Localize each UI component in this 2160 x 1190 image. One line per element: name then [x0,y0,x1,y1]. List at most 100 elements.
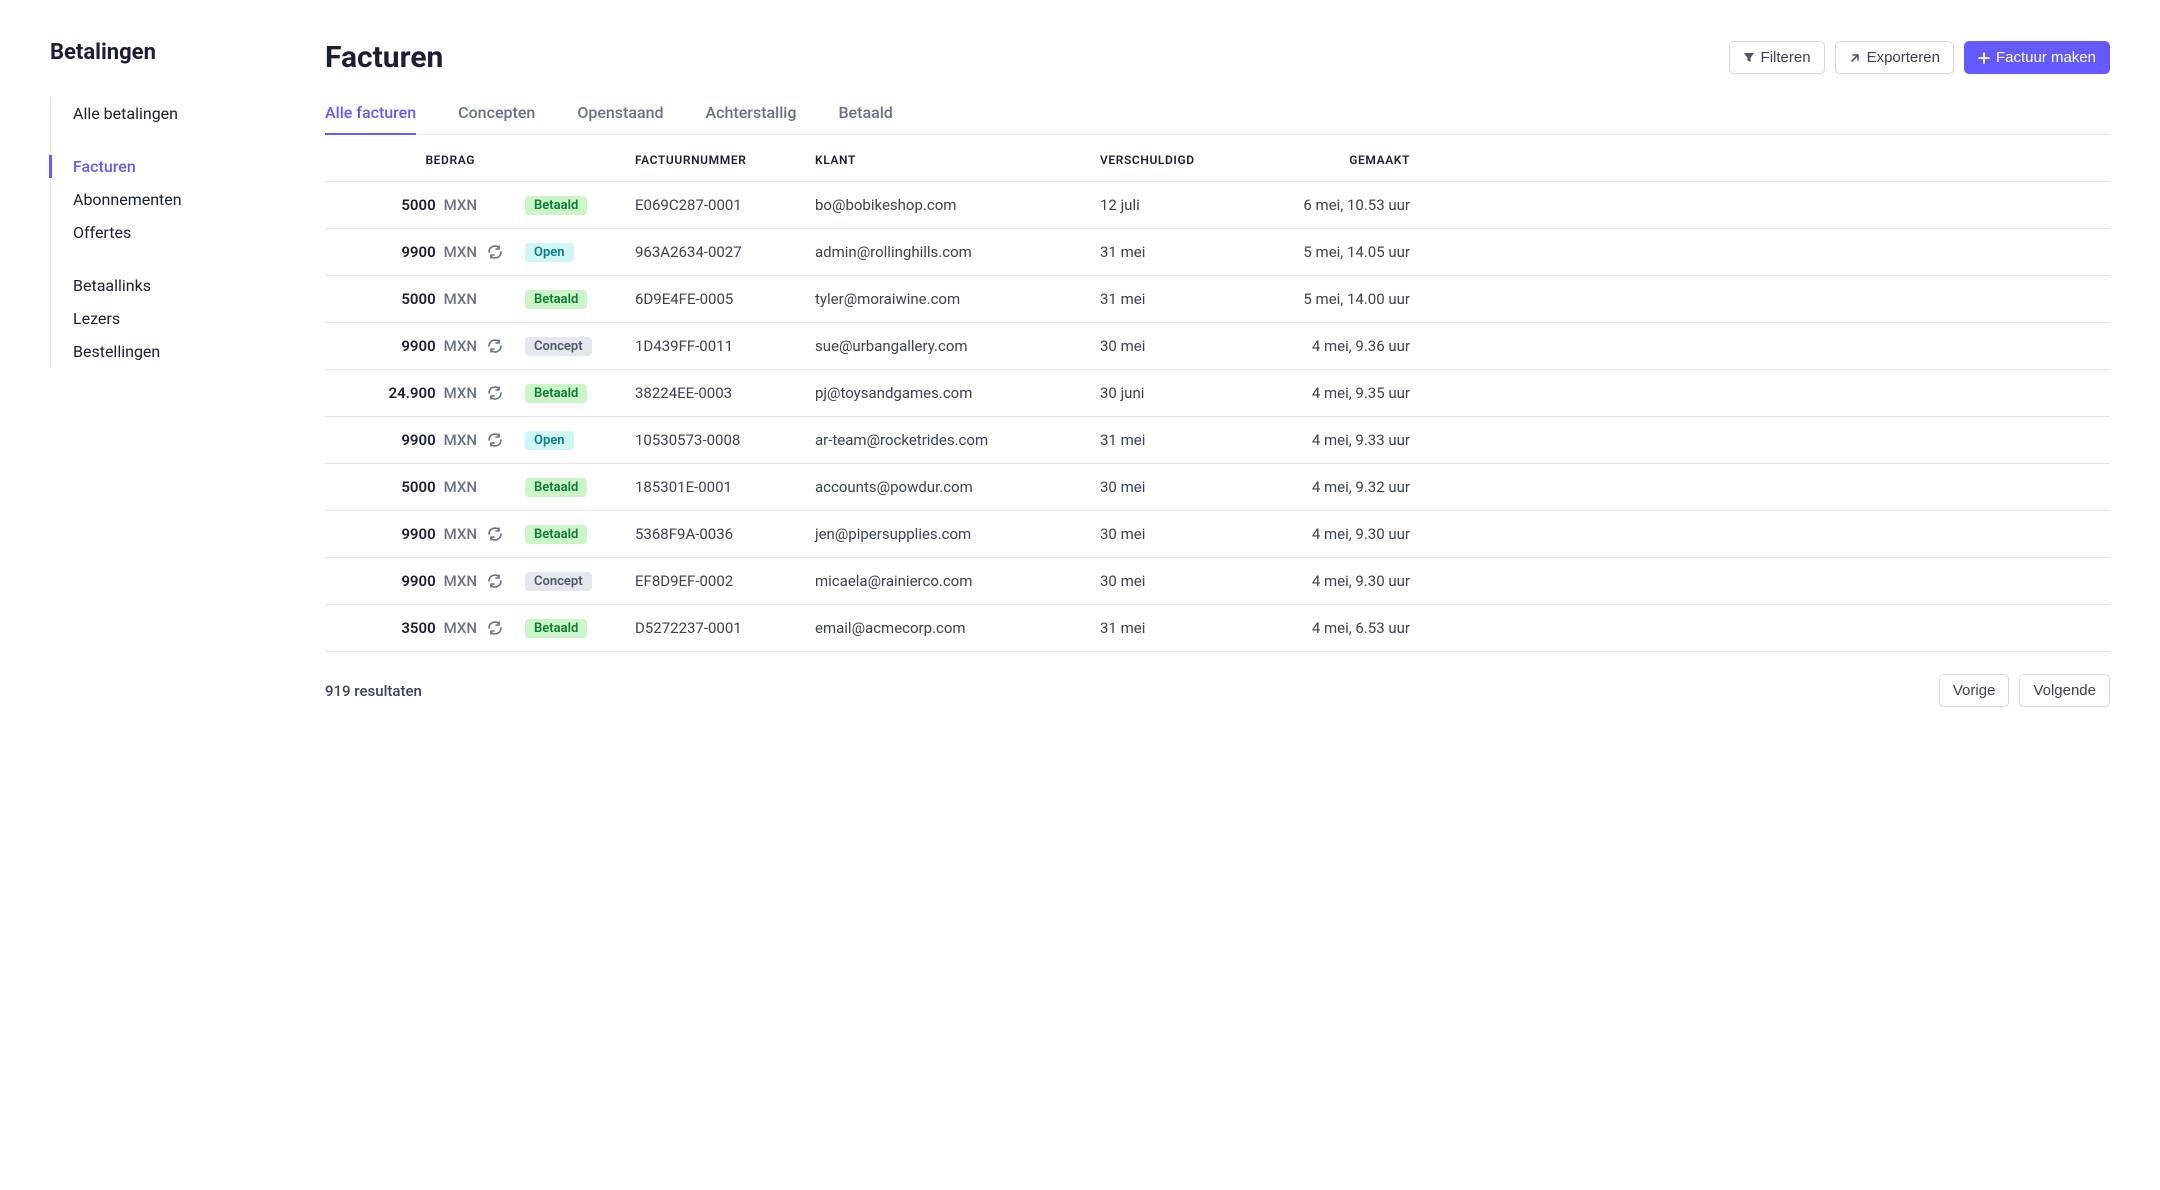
export-icon [1849,52,1861,64]
currency-code: MXN [444,384,477,402]
col-amount: BEDRAG [325,153,515,167]
amount-cell: 9900MXN [325,572,515,590]
tab[interactable]: Alle facturen [325,93,416,134]
table-row[interactable]: 9900 MXN Open 10530573-0008ar-team@rocketri… [325,417,2110,464]
amount-cell: 9900MXN [325,243,515,261]
sidebar-item[interactable]: Facturen [73,150,325,183]
status-badge: Betaald [525,384,587,403]
table-row[interactable]: 5000MXNBetaald185301E-0001accounts@powdu… [325,464,2110,511]
tab[interactable]: Achterstallig [706,93,797,134]
status-cell: Betaald [515,289,635,309]
status-badge: Betaald [525,619,587,638]
customer-email: micaela@rainierco.com [815,572,1100,590]
next-label: Volgende [2033,682,2096,699]
export-button-label: Exporteren [1867,49,1940,66]
currency-code: MXN [444,431,477,449]
created-date: 6 mei, 10.53 uur [1260,196,1410,214]
filter-button[interactable]: Filteren [1729,41,1825,74]
created-date: 4 mei, 9.32 uur [1260,478,1410,496]
table-row[interactable]: 24.900MXNBetaald38224EE-0003pj@toysandga… [325,370,2110,417]
create-invoice-label: Factuur maken [1996,49,2096,66]
recurring-icon [487,620,505,636]
table-header: BEDRAG FACTUURNUMMER KLANT VERSCHULDIGD … [325,135,2110,182]
status-cell: Open [515,430,635,450]
table-row[interactable]: 3500MXNBetaaldD5272237-0001email@acmecor… [325,605,2110,652]
prev-label: Vorige [1953,682,1996,699]
created-date: 4 mei, 9.30 uur [1260,525,1410,543]
invoice-number: 185301E-0001 [635,478,815,496]
status-cell: Concept [515,336,635,356]
sidebar-item[interactable]: Alle betalingen [73,97,325,130]
table-row[interactable]: 5000MXNBetaaldE069C287-0001bo@bobikeshop… [325,182,2110,229]
due-date: 31 mei [1100,290,1260,308]
created-date: 4 mei, 9.33 uur [1260,431,1410,449]
amount-cell: 5000MXN [325,290,515,308]
sidebar-item[interactable]: Lezers [73,302,325,335]
recurring-icon [487,526,505,542]
invoice-number: 963A2634-0027 [635,243,815,261]
table-row[interactable]: 5000MXN Betaald 6D9E4FE-0005tyler@moraiwin… [325,276,2110,323]
filter-icon [1743,52,1755,64]
invoice-number: 38224EE-0003 [635,384,815,402]
invoice-number: 1D439FF-0011 [635,337,815,355]
table-row[interactable]: 9900MXNConcept1D439FF-0011sue@urbangalle… [325,323,2110,370]
tab[interactable]: Betaald [838,93,892,134]
customer-email: admin@rollinghills.com [815,243,1100,261]
amount-value: 9900 [401,431,435,449]
table-row[interactable]: 9900MXNOpen963A2634-0027admin@rollinghil… [325,229,2110,276]
header-actions: Filteren Exporteren Factuur maken [1729,41,2110,74]
due-date: 12 juli [1100,196,1260,214]
due-date: 31 mei [1100,243,1260,261]
create-invoice-button[interactable]: Factuur maken [1964,41,2110,74]
due-date: 31 mei [1100,431,1260,449]
status-badge: Betaald [525,525,587,544]
invoice-number: 10530573-0008 [635,431,815,449]
table-body: 5000MXNBetaaldE069C287-0001bo@bobikeshop… [325,182,2110,652]
amount-value: 5000 [401,290,435,308]
customer-email: ar-team@rocketrides.com [815,431,1100,449]
status-badge: Concept [525,572,592,591]
tabs: Alle facturen Concepten Openstaand Achterst… [325,93,2110,135]
tab[interactable]: Openstaand [577,93,663,134]
recurring-icon [487,385,505,401]
export-button[interactable]: Exporteren [1835,41,1954,74]
amount-value: 9900 [401,572,435,590]
table-row[interactable]: 9900MXN Concept EF8D9EF-0002micaela@rainie… [325,558,2110,605]
currency-code: MXN [444,478,477,496]
table-row[interactable]: 9900MXNBetaald5368F9A-0036jen@pipersuppl… [325,511,2110,558]
amount-value: 9900 [401,525,435,543]
amount-cell: 9900MXN [325,337,515,355]
amount-cell: 9900 MXN [325,431,515,449]
currency-code: MXN [444,196,477,214]
created-date: 4 mei, 9.30 uur [1260,572,1410,590]
amount-cell: 9900MXN [325,525,515,543]
status-badge: Betaald [525,290,587,309]
amount-cell: 5000MXN [325,196,515,214]
page-title: Facturen [325,40,443,75]
sidebar-item[interactable]: Offertes [73,216,325,249]
invoice-number: 6D9E4FE-0005 [635,290,815,308]
plus-icon [1978,52,1990,64]
sidebar-nav: Alle betalingen FacturenAbonnementenOffer… [50,97,325,368]
recurring-icon [487,573,505,589]
status-cell: Betaald [515,195,635,215]
tab[interactable]: Concepten [458,93,535,134]
status-badge: Open [525,431,574,450]
status-cell: Open [515,242,635,262]
sidebar-item[interactable]: Bestellingen [73,335,325,368]
invoice-number: D5272237-0001 [635,619,815,637]
col-created: GEMAAKT [1260,153,1410,167]
amount-cell: 24.900MXN [325,384,515,402]
status-cell: Betaald [515,524,635,544]
recurring-icon [487,244,505,260]
page-header: Facturen Filteren Exporteren [325,40,2110,75]
sidebar-item[interactable]: Betaallinks [73,269,325,302]
customer-email: tyler@moraiwine.com [815,290,1100,308]
invoice-number: EF8D9EF-0002 [635,572,815,590]
prev-button[interactable]: Vorige [1939,674,2010,707]
next-button[interactable]: Volgende [2019,674,2110,707]
status-cell: Betaald [515,477,635,497]
currency-code: MXN [444,337,477,355]
currency-code: MXN [444,619,477,637]
sidebar-item[interactable]: Abonnementen [73,183,325,216]
